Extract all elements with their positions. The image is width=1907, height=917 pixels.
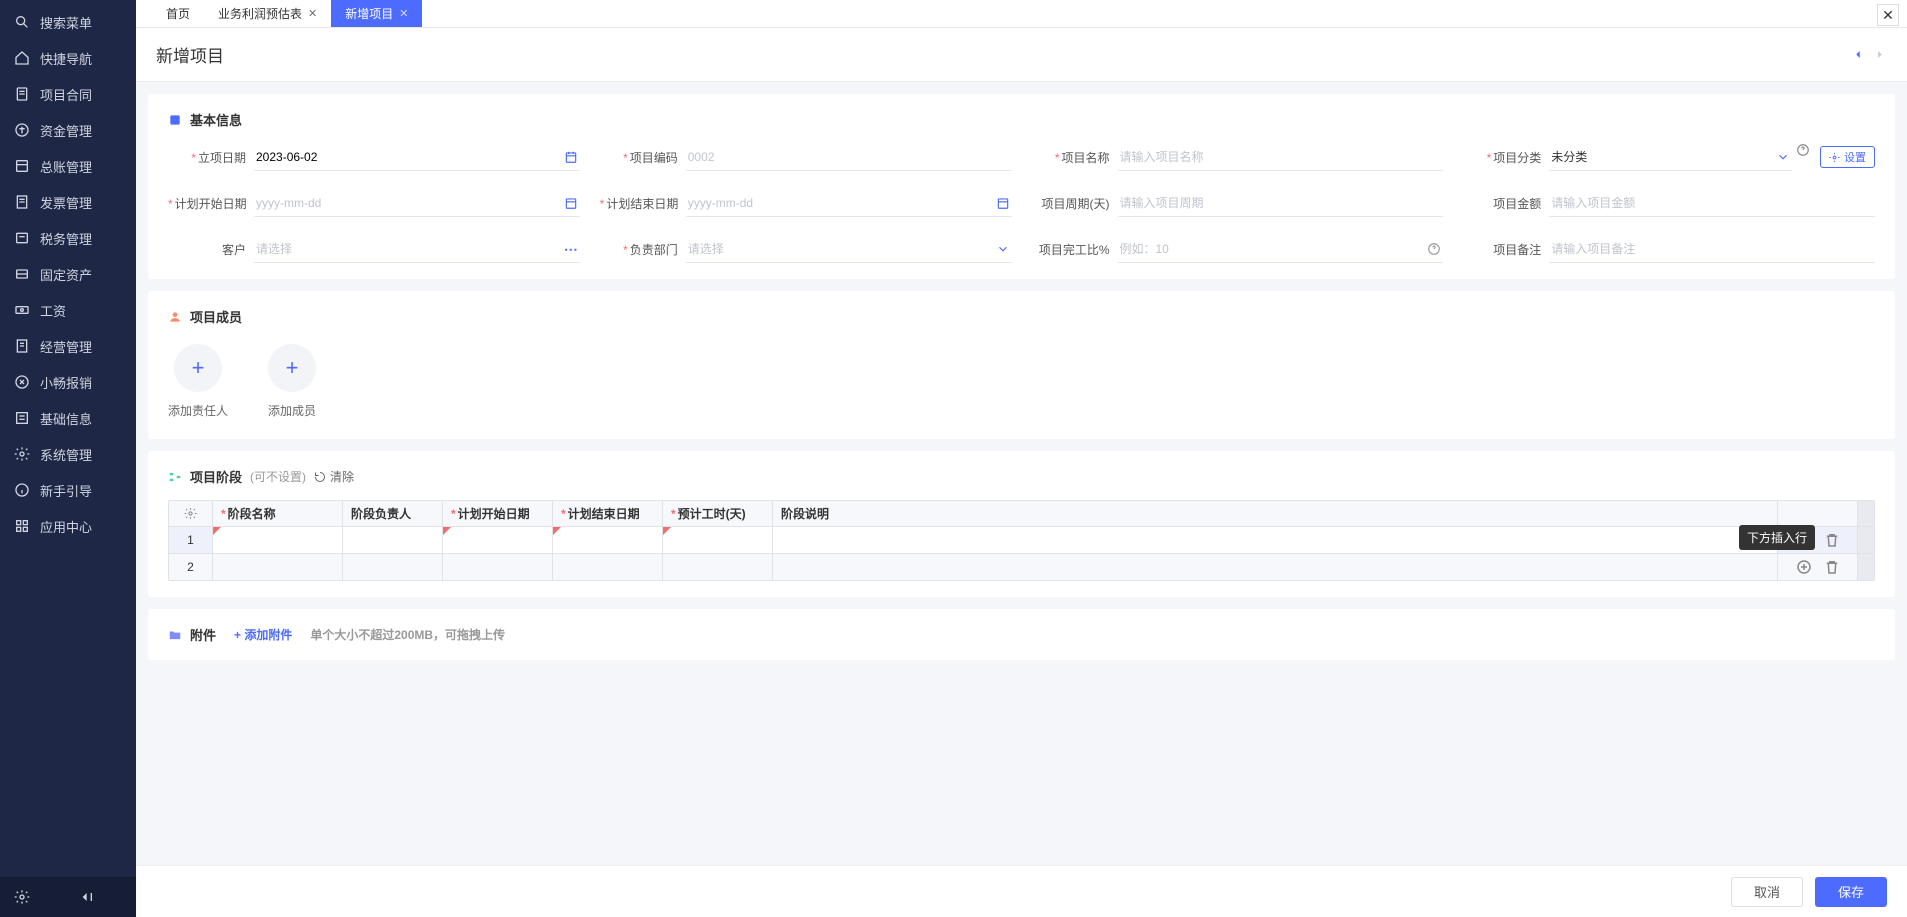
home-icon [14,50,30,66]
sidebar-item-system[interactable]: 系统管理 [0,436,136,472]
guide-icon [14,482,30,498]
plan-start-input[interactable] [254,189,580,217]
date-input[interactable] [254,143,580,171]
clear-button[interactable]: 清除 [314,468,354,485]
remark-input[interactable] [1549,235,1875,263]
salary-icon [14,302,30,318]
sidebar-item-salary[interactable]: 工资 [0,292,136,328]
close-icon[interactable]: ✕ [399,7,408,20]
sidebar-search-label: 搜索菜单 [40,13,92,32]
period-input[interactable] [1118,189,1444,217]
ledger-icon [14,158,30,174]
gear-column[interactable] [169,501,213,526]
tab-new-project[interactable]: 新增项目✕ [331,0,422,27]
delete-row-icon[interactable] [1823,531,1841,549]
person-icon [168,310,182,324]
invoice-icon [14,194,30,210]
prev-icon[interactable] [1851,46,1865,63]
amount-input[interactable] [1549,189,1875,217]
settings-icon[interactable] [14,889,30,905]
plus-icon: + [268,344,316,392]
panel-basic-info: 基本信息 *立项日期 *项目编码 [148,94,1895,279]
plus-icon: + [174,344,222,392]
attachment-hint: 单个大小不超过200MB，可拖拽上传 [310,626,505,643]
section-hint: (可不设置) [250,468,306,485]
delete-row-icon[interactable] [1823,558,1841,576]
category-select[interactable]: 未分类 [1549,143,1792,171]
folder-icon [168,628,182,642]
add-attachment-button[interactable]: + 添加附件 [234,626,292,643]
panel-attachments: 附件 + 添加附件 单个大小不超过200MB，可拖拽上传 [148,609,1895,660]
sidebar-item-contract[interactable]: 项目合同 [0,76,136,112]
calendar-icon[interactable] [564,196,578,210]
help-icon[interactable] [1796,143,1810,157]
page-title: 新增项目 [156,42,224,67]
reimburse-icon [14,374,30,390]
customer-select[interactable]: 请选择 [254,235,580,263]
chevron-down-icon [996,242,1010,256]
cancel-button[interactable]: 取消 [1731,877,1803,907]
section-title: 项目阶段 [190,467,242,486]
section-title: 附件 [190,625,216,644]
panel-stages: 项目阶段 (可不设置) 清除 *阶段名称 阶段负责人 *计划开始日期 *计划结束… [148,451,1895,597]
section-title: 项目成员 [190,307,242,326]
name-input[interactable] [1118,143,1444,171]
sidebar-item-apps[interactable]: 应用中心 [0,508,136,544]
progress-input[interactable] [1118,235,1444,263]
sidebar-search[interactable]: 搜索菜单 [0,4,136,40]
tab-profit[interactable]: 业务利润预估表✕ [204,0,331,27]
info-icon [14,410,30,426]
sidebar: 搜索菜单 快捷导航 项目合同 资金管理 总账管理 发票管理 税务管理 固定资产 … [0,0,136,917]
chevron-down-icon [1776,150,1790,164]
close-icon[interactable]: ✕ [308,7,317,20]
sidebar-item-reimburse[interactable]: 小畅报销 [0,364,136,400]
apps-icon [14,518,30,534]
add-owner-button[interactable]: + 添加责任人 [168,344,228,419]
close-button[interactable]: ✕ [1877,4,1899,26]
tab-home[interactable]: 首页 [152,0,204,27]
stages-icon [168,470,182,484]
table-row[interactable]: 1 下方插入行 [169,527,1874,554]
sidebar-item-asset[interactable]: 固定资产 [0,256,136,292]
save-button[interactable]: 保存 [1815,877,1887,907]
biz-icon [14,338,30,354]
code-input[interactable] [686,143,1012,171]
form-icon [168,113,182,127]
plan-end-input[interactable] [686,189,1012,217]
help-icon[interactable] [1427,242,1441,256]
tabs: 首页 业务利润预估表✕ 新增项目✕ [136,0,1907,28]
dept-select[interactable]: 请选择 [686,235,1012,263]
money-icon [14,122,30,138]
sidebar-item-guide[interactable]: 新手引导 [0,472,136,508]
more-icon[interactable]: ⋯ [564,242,578,256]
footer: 取消 保存 [136,865,1907,917]
settings-button[interactable]: 设置 [1820,146,1875,168]
sidebar-item-info[interactable]: 基础信息 [0,400,136,436]
doc-icon [14,86,30,102]
panel-members: 项目成员 + 添加责任人 + 添加成员 [148,291,1895,439]
section-title: 基本信息 [190,110,242,129]
collapse-icon[interactable] [80,889,96,905]
stage-table: *阶段名称 阶段负责人 *计划开始日期 *计划结束日期 *预计工时(天) 阶段说… [168,500,1875,581]
sidebar-item-tax[interactable]: 税务管理 [0,220,136,256]
sidebar-item-ledger[interactable]: 总账管理 [0,148,136,184]
add-member-button[interactable]: + 添加成员 [268,344,316,419]
sidebar-item-invoice[interactable]: 发票管理 [0,184,136,220]
sidebar-item-fund[interactable]: 资金管理 [0,112,136,148]
sidebar-item-quicknav[interactable]: 快捷导航 [0,40,136,76]
search-icon [14,14,30,30]
next-icon[interactable] [1873,46,1887,63]
tax-icon [14,230,30,246]
insert-row-icon[interactable] [1795,558,1813,576]
asset-icon [14,266,30,282]
calendar-icon[interactable] [996,196,1010,210]
table-row[interactable]: 2 [169,554,1874,580]
insert-row-tooltip: 下方插入行 [1739,525,1815,550]
calendar-icon[interactable] [564,150,578,164]
gear-icon [14,446,30,462]
sidebar-item-biz[interactable]: 经营管理 [0,328,136,364]
